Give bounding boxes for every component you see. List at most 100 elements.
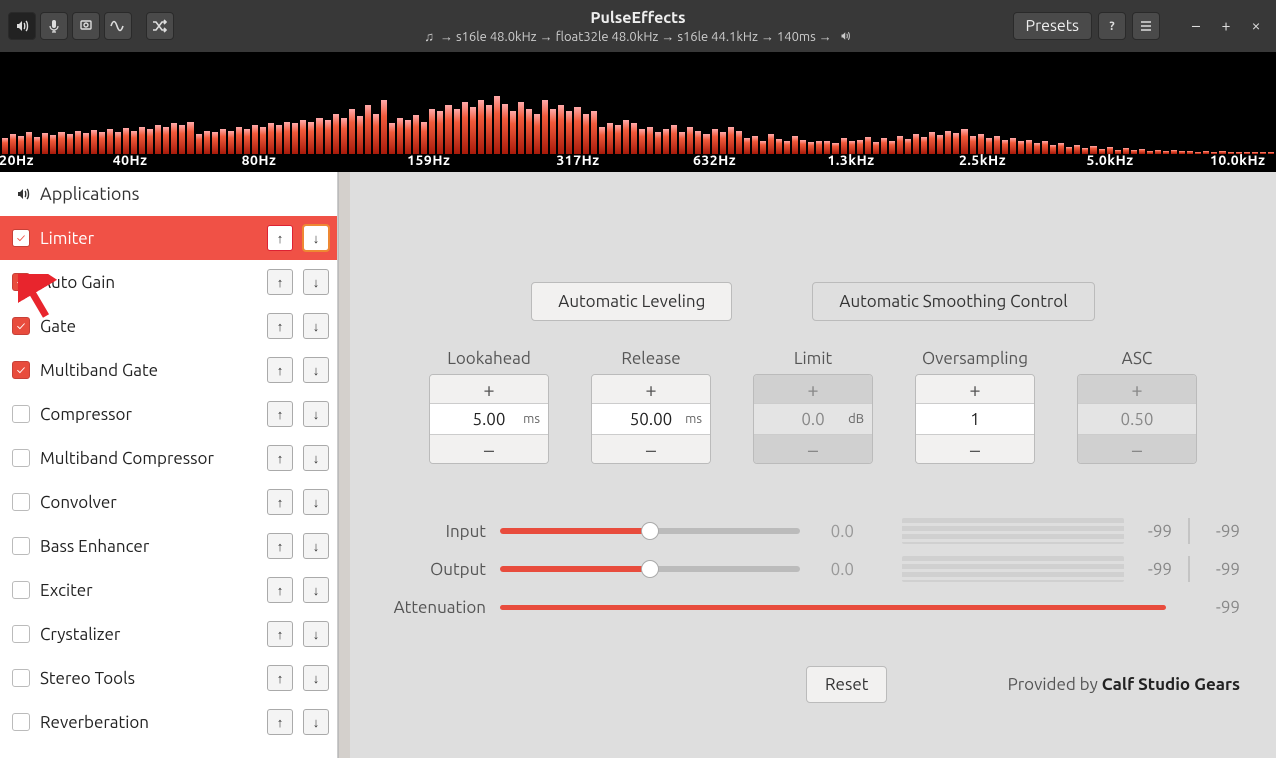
effect-label: Multiband Compressor — [40, 449, 257, 468]
stepper[interactable]: +1– — [915, 374, 1035, 464]
effect-checkbox[interactable]: ✓ — [12, 361, 30, 379]
effect-row-multiband-compressor[interactable]: ✓ Multiband Compressor ↑ ↓ — [0, 436, 337, 480]
move-up-button[interactable]: ↑ — [267, 533, 293, 559]
input-slider[interactable] — [500, 528, 800, 534]
move-down-button[interactable]: ↓ — [303, 533, 329, 559]
spectrum-bar — [591, 111, 597, 154]
spectrum-bar — [445, 105, 451, 155]
output-db-l: -99 — [1138, 560, 1172, 579]
move-down-button[interactable]: ↓ — [303, 577, 329, 603]
stepper[interactable]: +5.00ms– — [429, 374, 549, 464]
move-down-button[interactable]: ↓ — [303, 621, 329, 647]
effect-row-stereo-tools[interactable]: ✓Stereo Tools↑↓ — [0, 656, 337, 700]
move-down-button[interactable]: ↓ — [303, 445, 329, 471]
spectrum-tick-label: 40Hz — [113, 152, 148, 168]
spectrum-bar — [204, 131, 210, 154]
sidebar-scrollbar[interactable] — [338, 172, 350, 758]
wave-button[interactable] — [104, 12, 132, 40]
move-up-button[interactable]: ↑ — [267, 489, 293, 515]
about-button[interactable]: ? — [1098, 12, 1126, 40]
step-up-button: + — [754, 375, 872, 403]
shuffle-button[interactable] — [146, 12, 174, 40]
minimize-button[interactable]: – — [1184, 14, 1208, 38]
spectrum-bar — [179, 125, 185, 154]
move-down-button[interactable]: ↓ — [303, 269, 329, 295]
header-left-group — [8, 12, 174, 40]
step-down-button[interactable]: – — [592, 435, 710, 463]
spectrum-bar — [123, 128, 129, 154]
effect-checkbox[interactable]: ✓ — [12, 581, 30, 599]
effect-row-bass-enhancer[interactable]: ✓Bass Enhancer↑↓ — [0, 524, 337, 568]
effect-checkbox[interactable]: ✓ — [12, 537, 30, 555]
reset-button[interactable]: Reset — [806, 666, 887, 703]
move-up-button[interactable]: ↑ — [267, 665, 293, 691]
attenuation-row: Attenuation -99 — [386, 588, 1240, 626]
move-down-button[interactable]: ↓ — [303, 225, 329, 251]
effect-checkbox[interactable]: ✓ — [12, 449, 30, 467]
move-down-button[interactable]: ↓ — [303, 357, 329, 383]
move-down-button[interactable]: ↓ — [303, 313, 329, 339]
speaker-tab-button[interactable] — [8, 12, 36, 40]
move-down-button[interactable]: ↓ — [303, 489, 329, 515]
spectrum-bar — [228, 131, 234, 154]
automatic-leveling-button[interactable]: Automatic Leveling — [531, 282, 732, 321]
move-up-button[interactable]: ↑ — [267, 577, 293, 603]
mic-tab-button[interactable] — [40, 12, 68, 40]
menu-button[interactable] — [1132, 12, 1160, 40]
maximize-button[interactable]: + — [1214, 14, 1238, 38]
step-down-button[interactable]: – — [430, 435, 548, 463]
effect-row-compressor[interactable]: ✓Compressor↑↓ — [0, 392, 337, 436]
effect-checkbox[interactable]: ✓ — [12, 493, 30, 511]
step-unit: ms — [523, 412, 540, 426]
effect-label: Limiter — [40, 229, 257, 248]
effect-row-multiband-gate[interactable]: ✓Multiband Gate↑↓ — [0, 348, 337, 392]
move-up-button[interactable]: ↑ — [267, 313, 293, 339]
effect-checkbox[interactable]: ✓ — [12, 405, 30, 423]
effect-checkbox[interactable]: ✓ — [12, 273, 30, 291]
move-down-button[interactable]: ↓ — [303, 665, 329, 691]
move-down-button[interactable]: ↓ — [303, 401, 329, 427]
step-up-button[interactable]: + — [916, 375, 1034, 403]
move-down-button[interactable]: ↓ — [303, 709, 329, 735]
slider-knob[interactable] — [641, 560, 659, 578]
spectrum-tick-label: 2.5kHz — [959, 152, 1006, 168]
slider-knob[interactable] — [641, 522, 659, 540]
step-down-button[interactable]: – — [916, 435, 1034, 463]
param-label: Lookahead — [429, 349, 549, 368]
effect-checkbox[interactable]: ✓ — [12, 625, 30, 643]
effect-row-crystalizer[interactable]: ✓Crystalizer↑↓ — [0, 612, 337, 656]
effect-checkbox[interactable]: ✓ — [12, 317, 30, 335]
param-lookahead: Lookahead +5.00ms– — [429, 349, 549, 464]
step-up-button[interactable]: + — [430, 375, 548, 403]
effect-row-auto-gain[interactable]: ✓Auto Gain↑↓ — [0, 260, 337, 304]
effect-checkbox[interactable]: ✓ — [12, 713, 30, 731]
automatic-smoothing-button[interactable]: Automatic Smoothing Control — [812, 282, 1094, 321]
step-value[interactable]: 50.00ms — [592, 403, 710, 435]
applications-header[interactable]: Applications — [0, 172, 337, 216]
move-up-button[interactable]: ↑ — [267, 401, 293, 427]
move-up-button[interactable]: ↑ — [267, 621, 293, 647]
step-value[interactable]: 1 — [916, 403, 1034, 435]
effect-row-reverberation[interactable]: ✓Reverberation↑↓ — [0, 700, 337, 744]
effect-checkbox[interactable]: ✓ — [12, 229, 30, 247]
move-up-button[interactable]: ↑ — [267, 225, 293, 251]
webcam-tab-button[interactable] — [72, 12, 100, 40]
move-up-button[interactable]: ↑ — [267, 445, 293, 471]
effect-row-gate[interactable]: ✓ Gate ↑ ↓ — [0, 304, 337, 348]
close-window-button[interactable]: × — [1244, 14, 1268, 38]
meter-separator — [1188, 518, 1190, 544]
effect-row-convolver[interactable]: ✓Convolver↑↓ — [0, 480, 337, 524]
step-up-button[interactable]: + — [592, 375, 710, 403]
stepper[interactable]: +50.00ms– — [591, 374, 711, 464]
effect-row-exciter[interactable]: ✓Exciter↑↓ — [0, 568, 337, 612]
spectrum-bar — [953, 133, 959, 154]
effect-row-limiter[interactable]: ✓ Limiter ↑ ↓ — [0, 216, 337, 260]
effect-checkbox[interactable]: ✓ — [12, 669, 30, 687]
effect-label: Gate — [40, 317, 257, 336]
move-up-button[interactable]: ↑ — [267, 269, 293, 295]
presets-button[interactable]: Presets — [1013, 12, 1092, 40]
output-slider[interactable] — [500, 566, 800, 572]
move-up-button[interactable]: ↑ — [267, 357, 293, 383]
move-up-button[interactable]: ↑ — [267, 709, 293, 735]
step-value[interactable]: 5.00ms — [430, 403, 548, 435]
